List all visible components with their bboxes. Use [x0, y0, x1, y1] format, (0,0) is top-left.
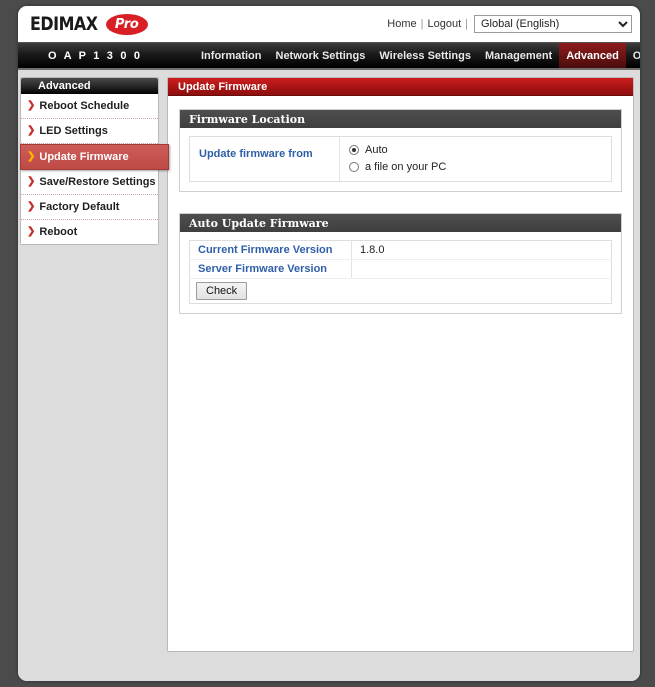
- chevron-right-icon: ❯: [27, 151, 36, 162]
- table-row: Current Firmware Version 1.8.0: [189, 240, 612, 260]
- update-firmware-from-row: Update firmware from Auto a file on your…: [190, 137, 611, 181]
- current-firmware-version-label: Current Firmware Version: [189, 240, 352, 260]
- sidebar-item-label: LED Settings: [39, 125, 108, 137]
- radio-file-on-pc-input[interactable]: [349, 161, 359, 172]
- device-model: O A P 1 3 0 0: [48, 49, 143, 62]
- home-link[interactable]: Home: [384, 18, 419, 30]
- main-panel: Update Firmware Firmware Location Update…: [167, 77, 634, 652]
- table-row: Server Firmware Version: [189, 259, 612, 279]
- sidebar-item-led-settings[interactable]: ❯ LED Settings: [21, 119, 158, 144]
- sidebar-item-update-firmware[interactable]: ❯ Update Firmware: [20, 144, 169, 170]
- chevron-right-icon: ❯: [27, 201, 36, 212]
- language-select[interactable]: Global (English): [474, 15, 632, 33]
- check-button[interactable]: Check: [196, 282, 248, 300]
- radio-option-auto[interactable]: Auto: [349, 142, 611, 157]
- firmware-location-panel-body: Update firmware from Auto a file on your…: [180, 128, 621, 191]
- header-links: Home | Logout | Global (English): [384, 15, 632, 33]
- chevron-right-icon: ❯: [27, 125, 36, 136]
- content-area: Advanced ❯ Reboot Schedule ❯ LED Setting…: [18, 68, 640, 661]
- server-firmware-version-label: Server Firmware Version: [189, 259, 352, 279]
- sidebar-item-reboot-schedule[interactable]: ❯ Reboot Schedule: [21, 94, 158, 119]
- chevron-right-icon: ❯: [27, 176, 36, 187]
- brand-pro-badge: Pro: [105, 13, 148, 35]
- update-firmware-from-options: Auto a file on your PC: [340, 137, 611, 181]
- sidebar: Advanced ❯ Reboot Schedule ❯ LED Setting…: [20, 77, 169, 245]
- radio-file-on-pc-label: a file on your PC: [365, 160, 447, 173]
- nav-item-management[interactable]: Management: [478, 43, 559, 68]
- edimax-pro-logo: EDIMAX Pro: [30, 13, 148, 35]
- nav-item-operation-mode[interactable]: Operation Mode: [626, 43, 640, 68]
- nav-items: Information Network Settings Wireless Se…: [194, 43, 640, 68]
- sidebar-item-label: Factory Default: [39, 201, 120, 213]
- current-firmware-version-value: 1.8.0: [351, 240, 612, 260]
- radio-auto-input[interactable]: [349, 144, 359, 155]
- auto-update-firmware-panel: Auto Update Firmware Current Firmware Ve…: [179, 213, 622, 314]
- sidebar-item-label: Reboot Schedule: [39, 100, 130, 112]
- radio-option-file-on-pc[interactable]: a file on your PC: [349, 159, 611, 174]
- sidebar-item-factory-default[interactable]: ❯ Factory Default: [21, 195, 158, 220]
- sidebar-item-label: Reboot: [39, 226, 78, 238]
- footer-spacer: [18, 661, 640, 681]
- auto-update-firmware-panel-title: Auto Update Firmware: [180, 214, 621, 232]
- main-navigation: O A P 1 3 0 0 Information Network Settin…: [18, 42, 640, 68]
- app-window: EDIMAX Pro Home | Logout | Global (Engli…: [18, 6, 640, 681]
- logout-link[interactable]: Logout: [424, 18, 464, 30]
- firmware-location-box: Update firmware from Auto a file on your…: [189, 136, 612, 182]
- radio-auto-label: Auto: [365, 143, 388, 156]
- sidebar-item-save-restore-settings[interactable]: ❯ Save/Restore Settings: [21, 170, 158, 195]
- header-bar: EDIMAX Pro Home | Logout | Global (Engli…: [18, 6, 640, 42]
- nav-item-information[interactable]: Information: [194, 43, 269, 68]
- nav-item-wireless-settings[interactable]: Wireless Settings: [372, 43, 478, 68]
- page-title: Update Firmware: [168, 78, 633, 96]
- sidebar-item-reboot[interactable]: ❯ Reboot: [21, 220, 158, 244]
- nav-item-advanced[interactable]: Advanced: [559, 43, 626, 68]
- brand-name: EDIMAX: [30, 12, 98, 35]
- link-separator-2: |: [465, 18, 468, 30]
- check-button-cell: Check: [190, 279, 612, 304]
- table-row: Check: [190, 279, 612, 304]
- nav-item-network-settings[interactable]: Network Settings: [269, 43, 373, 68]
- brand-pro-label: Pro: [114, 16, 139, 32]
- firmware-location-panel: Firmware Location Update firmware from A…: [179, 109, 622, 192]
- sidebar-item-label: Save/Restore Settings: [39, 176, 156, 188]
- update-firmware-from-label: Update firmware from: [190, 137, 340, 181]
- chevron-right-icon: ❯: [27, 100, 36, 111]
- auto-update-firmware-panel-body: Current Firmware Version 1.8.0 Server Fi…: [180, 232, 621, 313]
- firmware-version-table: Current Firmware Version 1.8.0 Server Fi…: [189, 240, 612, 304]
- firmware-location-panel-title: Firmware Location: [180, 110, 621, 128]
- sidebar-item-label: Update Firmware: [39, 151, 129, 163]
- sidebar-header: Advanced: [21, 78, 158, 94]
- chevron-right-icon: ❯: [27, 226, 36, 237]
- server-firmware-version-value: [351, 259, 612, 279]
